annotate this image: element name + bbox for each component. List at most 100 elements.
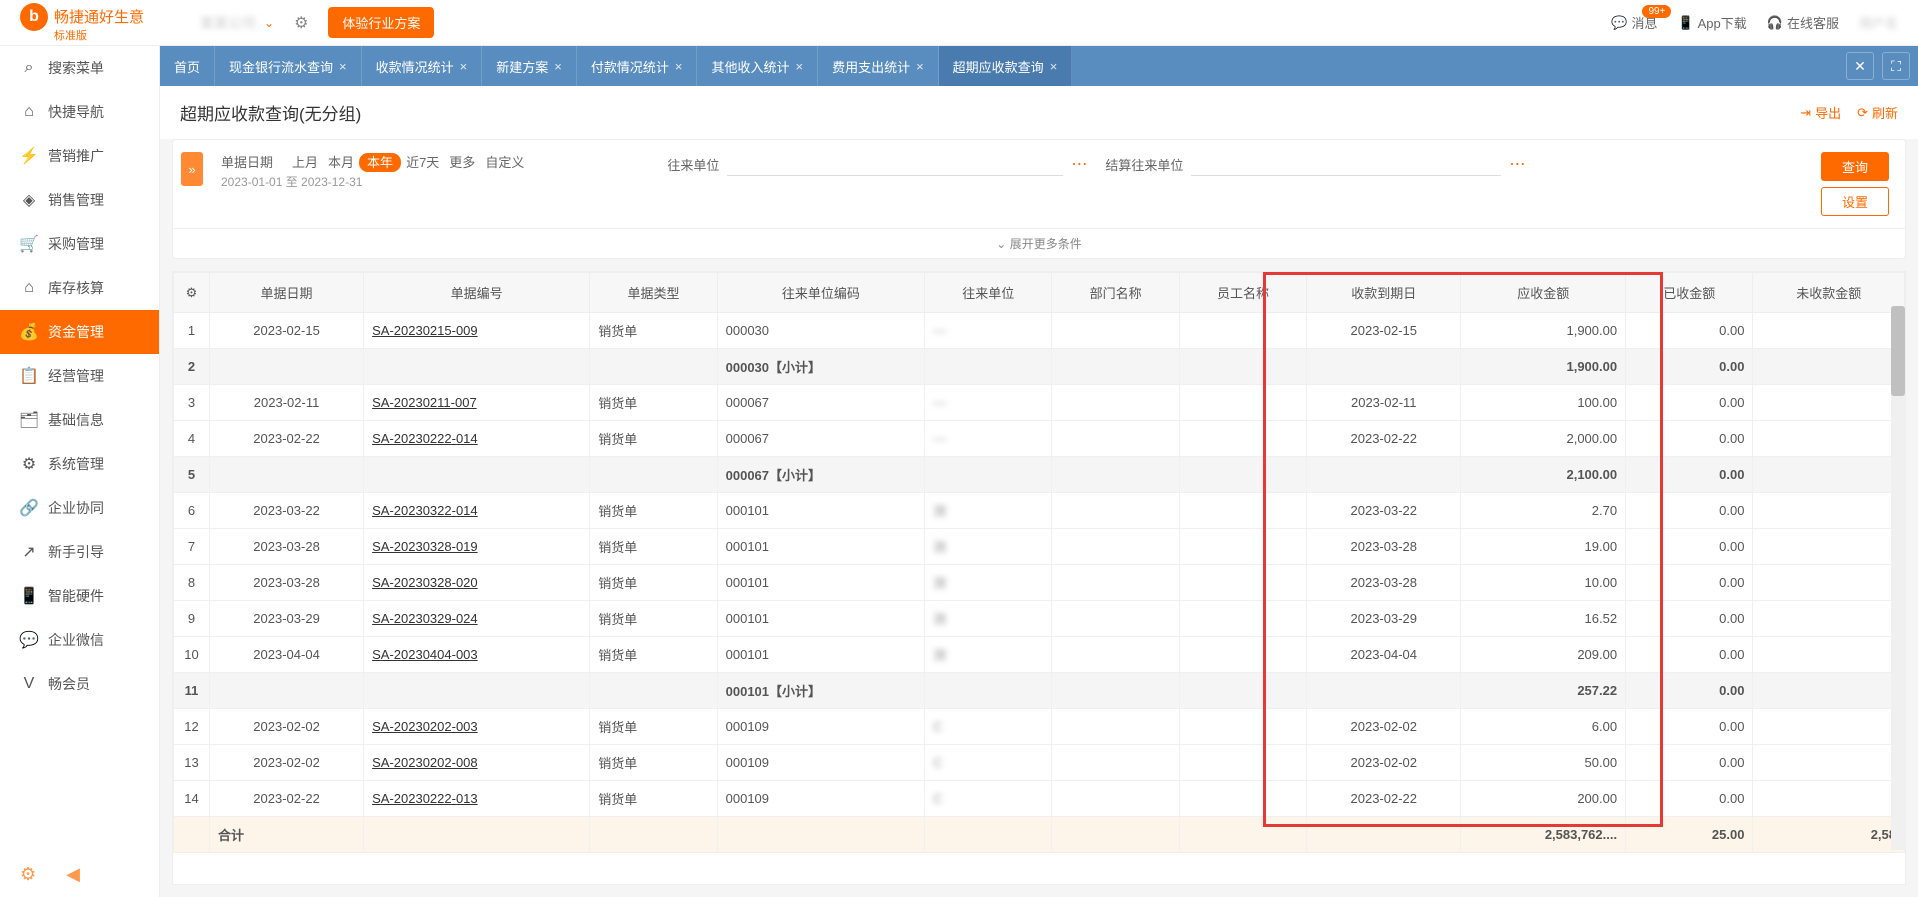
tab-label: 费用支出统计 (832, 57, 910, 76)
table-row[interactable]: 122023-02-02SA-20230202-003销货单000109C202… (174, 709, 1905, 745)
table-row[interactable]: 102023-04-04SA-20230404-003销货单000101测202… (174, 637, 1905, 673)
table-row[interactable]: 72023-03-28SA-20230328-019销货单000101测2023… (174, 529, 1905, 565)
close-icon[interactable]: × (1050, 59, 1058, 74)
tab[interactable]: 新建方案× (482, 46, 577, 86)
column-header[interactable]: 单据类型 (590, 273, 717, 313)
sidebar-item[interactable]: 💬企业微信 (0, 618, 159, 662)
doc-link[interactable]: SA-20230211-007 (372, 395, 477, 410)
column-header[interactable]: 往来单位编码 (717, 273, 924, 313)
settings-icon[interactable]: ⚙ (20, 864, 36, 885)
doc-link[interactable]: SA-20230222-014 (372, 431, 478, 446)
sidebar-item[interactable]: ⚙系统管理 (0, 442, 159, 486)
close-icon[interactable]: × (916, 59, 924, 74)
sidebar-item[interactable]: 📋经营管理 (0, 354, 159, 398)
date-preset[interactable]: 本年 (359, 153, 401, 172)
table-row[interactable]: 11000101【小计】257.220.00 (174, 673, 1905, 709)
sidebar-item[interactable]: ⚡营销推广 (0, 134, 159, 178)
date-preset[interactable]: 自定义 (480, 153, 529, 172)
sidebar-icon: ◈ (20, 191, 38, 209)
table-row[interactable]: 2000030【小计】1,900.000.00 (174, 349, 1905, 385)
doc-link[interactable]: SA-20230328-019 (372, 539, 478, 554)
table-row[interactable]: 32023-02-11SA-20230211-007销货单000067—2023… (174, 385, 1905, 421)
table-row[interactable]: 42023-02-22SA-20230222-014销货单000067—2023… (174, 421, 1905, 457)
column-header[interactable]: 已收金额 (1626, 273, 1753, 313)
expand-filter-button[interactable]: ⌄ 展开更多条件 (173, 228, 1905, 258)
partner-filter-label: 往来单位 (667, 155, 719, 174)
table-row[interactable]: 12023-02-15SA-20230215-009销货单000030—2023… (174, 313, 1905, 349)
sidebar-item[interactable]: 💰资金管理 (0, 310, 159, 354)
filter-settings-button[interactable]: 设置 (1821, 187, 1889, 216)
refresh-button[interactable]: ⟳ 刷新 (1857, 103, 1898, 122)
sidebar-item[interactable]: 📱智能硬件 (0, 574, 159, 618)
close-icon[interactable]: × (554, 59, 562, 74)
table-row[interactable]: 62023-03-22SA-20230322-014销货单000101测2023… (174, 493, 1905, 529)
gear-icon[interactable]: ⚙ (294, 13, 308, 33)
tab[interactable]: 现金银行流水查询× (215, 46, 362, 86)
app-download-link[interactable]: 📱 App下载 (1677, 13, 1746, 32)
tab[interactable]: 费用支出统计 × (818, 46, 939, 86)
column-header[interactable]: 员工名称 (1179, 273, 1306, 313)
column-header[interactable]: 部门名称 (1052, 273, 1179, 313)
collapse-filter-button[interactable]: » (181, 152, 203, 186)
sidebar-item[interactable]: ⌕搜索菜单 (0, 46, 159, 90)
column-header[interactable]: 单据编号 (364, 273, 590, 313)
close-icon[interactable]: × (795, 59, 803, 74)
vertical-scrollbar[interactable] (1891, 306, 1905, 850)
table-row[interactable]: 82023-03-28SA-20230328-020销货单000101测2023… (174, 565, 1905, 601)
tab[interactable]: 首页 (160, 46, 215, 86)
sidebar-item[interactable]: ◈销售管理 (0, 178, 159, 222)
doc-link[interactable]: SA-20230202-003 (372, 719, 478, 734)
sidebar-item[interactable]: 🗂基础信息 (0, 398, 159, 442)
partner-input[interactable] (727, 152, 1063, 176)
more-icon[interactable]: ⋯ (1071, 154, 1087, 174)
table-row[interactable]: 132023-02-02SA-20230202-008销货单000109C202… (174, 745, 1905, 781)
doc-link[interactable]: SA-20230328-020 (372, 575, 478, 590)
query-button[interactable]: 查询 (1821, 152, 1889, 181)
sidebar-item[interactable]: 🔗企业协同 (0, 486, 159, 530)
trial-button[interactable]: 体验行业方案 (328, 7, 434, 38)
collapse-icon[interactable]: ◀ (66, 864, 80, 885)
sidebar-item[interactable]: ⌂库存核算 (0, 266, 159, 310)
doc-link[interactable]: SA-20230222-013 (372, 791, 478, 806)
export-button[interactable]: ⇥ 导出 (1800, 103, 1841, 122)
column-header[interactable]: 收款到期日 (1307, 273, 1461, 313)
date-preset[interactable]: 更多 (444, 153, 480, 172)
messages-link[interactable]: 💬 消息 99+ (1611, 13, 1657, 32)
column-header[interactable]: 应收金额 (1461, 273, 1626, 313)
doc-link[interactable]: SA-20230215-009 (372, 323, 478, 338)
column-header[interactable]: 往来单位 (925, 273, 1052, 313)
sidebar-item[interactable]: 🛒采购管理 (0, 222, 159, 266)
close-icon[interactable]: × (339, 59, 347, 74)
column-header[interactable]: 未收款金额 (1753, 273, 1905, 313)
tab[interactable]: 付款情况统计× (577, 46, 698, 86)
fullscreen-icon[interactable]: ⛶ (1882, 52, 1910, 80)
chevron-down-icon[interactable]: ⌄ (264, 16, 274, 30)
doc-link[interactable]: SA-20230404-003 (372, 647, 478, 662)
user-name[interactable]: 用户名 (1859, 13, 1898, 32)
sidebar-item[interactable]: V畅会员 (0, 662, 159, 706)
tab[interactable]: 超期应收款查询× (939, 46, 1073, 86)
settle-partner-input[interactable] (1191, 152, 1501, 176)
tab[interactable]: 收款情况统计× (362, 46, 483, 86)
gear-column[interactable]: ⚙ (174, 273, 210, 313)
column-header[interactable]: 单据日期 (210, 273, 364, 313)
close-all-tabs-icon[interactable]: ✕ (1846, 52, 1874, 80)
date-preset[interactable]: 近7天 (401, 153, 444, 172)
table-row[interactable]: 5000067【小计】2,100.000.00 (174, 457, 1905, 493)
doc-link[interactable]: SA-20230322-014 (372, 503, 478, 518)
table-row[interactable]: 142023-02-22SA-20230222-013销货单000109C202… (174, 781, 1905, 817)
doc-link[interactable]: SA-20230202-008 (372, 755, 478, 770)
table-row[interactable]: 92023-03-29SA-20230329-024销货单000101测2023… (174, 601, 1905, 637)
tab[interactable]: 其他收入统计× (697, 46, 818, 86)
org-name[interactable]: 某某公司 (200, 13, 256, 33)
doc-link[interactable]: SA-20230329-024 (372, 611, 478, 626)
more-icon[interactable]: ⋯ (1509, 154, 1525, 174)
sidebar-item[interactable]: ⌂快捷导航 (0, 90, 159, 134)
online-service-link[interactable]: 🎧 在线客服 (1767, 13, 1839, 32)
close-icon[interactable]: × (460, 59, 468, 74)
close-icon[interactable]: × (675, 59, 683, 74)
sidebar-item[interactable]: ↗新手引导 (0, 530, 159, 574)
date-preset[interactable]: 上月 (287, 153, 323, 172)
scrollbar-thumb[interactable] (1891, 306, 1905, 396)
date-preset[interactable]: 本月 (323, 153, 359, 172)
